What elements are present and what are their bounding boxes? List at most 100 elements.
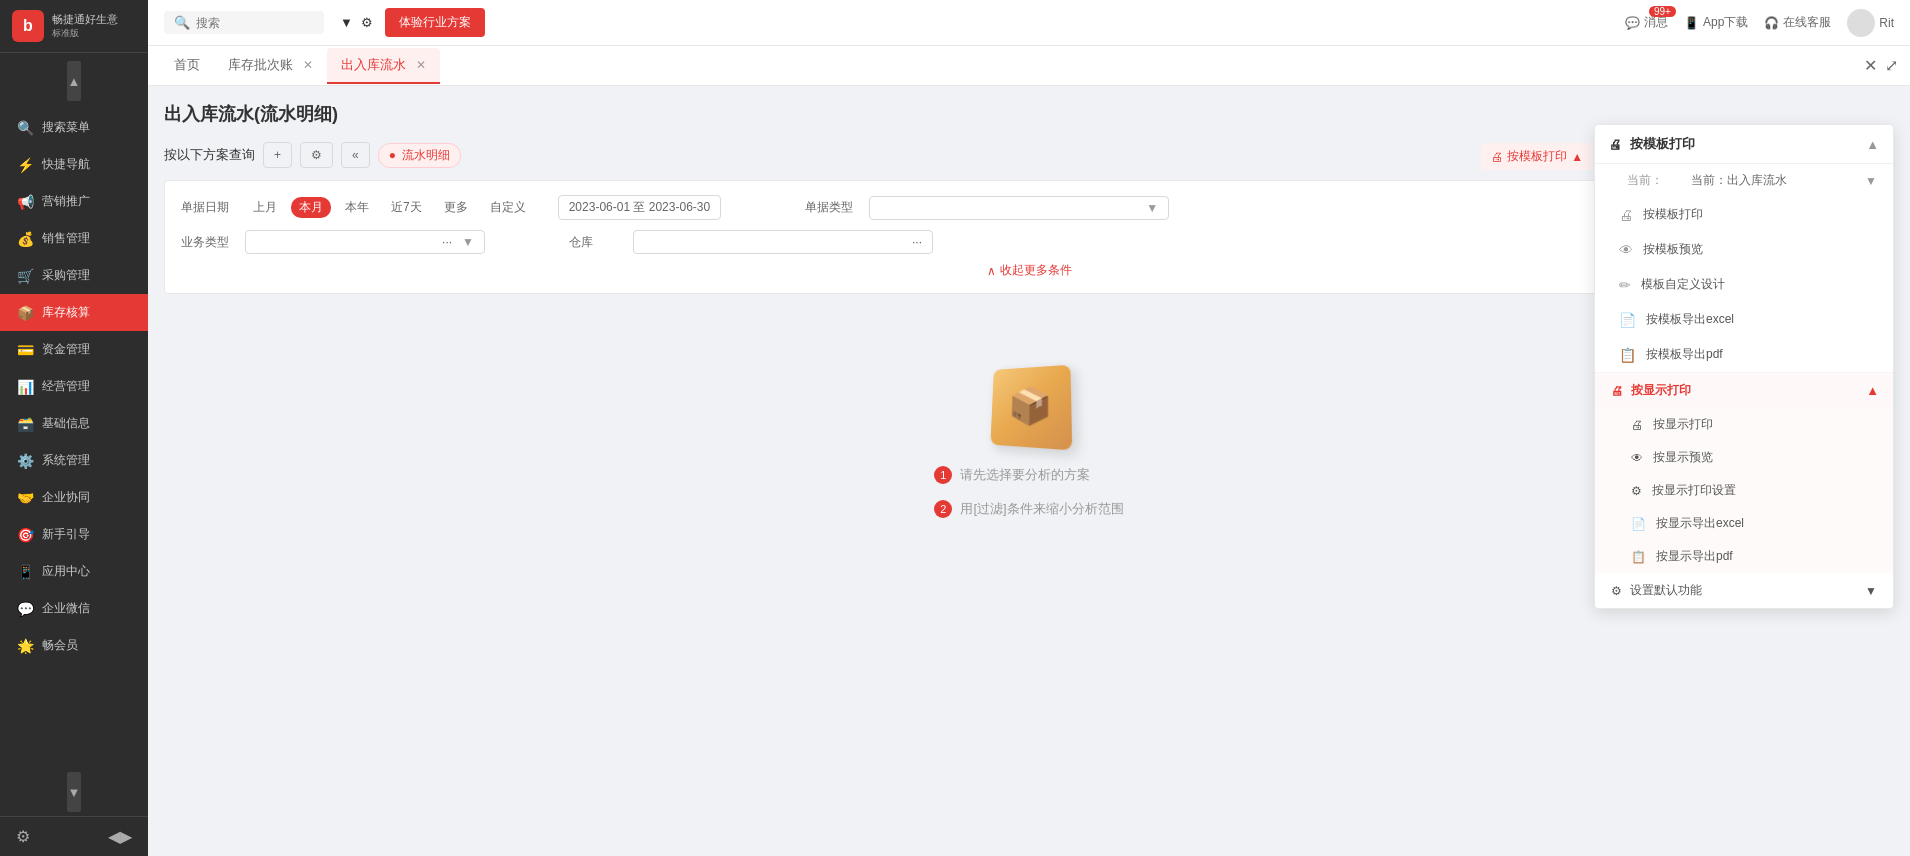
display-excel-item[interactable]: 📄 按显示导出excel bbox=[1595, 507, 1893, 540]
date-btn-this-month[interactable]: 本月 bbox=[291, 197, 331, 218]
page-content: 出入库流水(流水明细) 按以下方案查询 + ⚙ « ● 流水明细 bbox=[148, 86, 1910, 856]
date-btn-this-year[interactable]: 本年 bbox=[337, 197, 377, 218]
tab-batch-close[interactable]: ✕ bbox=[303, 58, 313, 72]
template-custom-icon: ✏ bbox=[1619, 277, 1631, 293]
date-buttons: 上月 本月 本年 近7天 更多 自定义 bbox=[245, 197, 534, 218]
print-panel-header[interactable]: 🖨 按模板打印 ▲ bbox=[1595, 125, 1893, 164]
type-dropdown-arrow: ▼ bbox=[1146, 201, 1158, 215]
print-panel-current[interactable]: 当前： 当前：出入库流水 ▼ bbox=[1595, 164, 1893, 197]
purchase-icon: 🛒 bbox=[16, 268, 34, 284]
template-print-item[interactable]: 🖨 按模板打印 bbox=[1595, 197, 1893, 232]
sidebar-scroll-up[interactable]: ▲ bbox=[67, 61, 81, 101]
print-panel-footer[interactable]: ⚙ 设置默认功能 ▼ bbox=[1595, 573, 1893, 608]
sidebar-item-operation[interactable]: 📊 经营管理 bbox=[0, 368, 148, 405]
template-export-excel-item[interactable]: 📄 按模板导出excel bbox=[1595, 302, 1893, 337]
tab-home[interactable]: 首页 bbox=[160, 48, 214, 84]
filter-tag-item: ● 流水明细 bbox=[378, 143, 461, 168]
template-preview-icon: 👁 bbox=[1619, 242, 1633, 258]
print-template-button[interactable]: 🖨 按模板打印 ▲ bbox=[1481, 143, 1593, 170]
search-input[interactable] bbox=[196, 16, 296, 30]
template-pdf-icon: 📋 bbox=[1619, 347, 1636, 363]
display-preview-item[interactable]: 👁 按显示预览 bbox=[1595, 441, 1893, 474]
type-select[interactable]: ▼ bbox=[869, 196, 1169, 220]
avatar bbox=[1847, 9, 1875, 37]
guide-icon: 🎯 bbox=[16, 527, 34, 543]
sidebar-item-basic[interactable]: 🗃️ 基础信息 bbox=[0, 405, 148, 442]
sidebar-item-member[interactable]: 🌟 畅会员 bbox=[0, 627, 148, 664]
close-all-tabs-button[interactable]: ✕ bbox=[1864, 56, 1877, 75]
maximize-tab-button[interactable]: ⤢ bbox=[1885, 56, 1898, 75]
sidebar-item-wechat[interactable]: 💬 企业微信 bbox=[0, 590, 148, 627]
sidebar-nav: 🔍 搜索菜单 ⚡ 快捷导航 📢 营销推广 💰 销售管理 🛒 采购管理 📦 bbox=[0, 105, 148, 768]
display-print-icon: 🖨 bbox=[1631, 418, 1643, 432]
sidebar: b 畅捷通好生意 标准版 ▲ 🔍 搜索菜单 ⚡ 快捷导航 📢 营销推广 bbox=[0, 0, 148, 856]
print-panel-collapse-arrow: ▲ bbox=[1866, 137, 1879, 152]
sidebar-item-finance[interactable]: 💳 资金管理 bbox=[0, 331, 148, 368]
date-btn-7days[interactable]: 近7天 bbox=[383, 197, 430, 218]
print-icon: 🖨 bbox=[1491, 150, 1503, 164]
display-section-icon: 🖨 bbox=[1611, 384, 1623, 398]
sidebar-item-purchase[interactable]: 🛒 采购管理 bbox=[0, 257, 148, 294]
empty-step-1: 1 请先选择要分析的方案 bbox=[934, 462, 1123, 488]
template-preview-item[interactable]: 👁 按模板预览 bbox=[1595, 232, 1893, 267]
display-section-header[interactable]: 🖨 按显示打印 ▲ bbox=[1595, 373, 1893, 408]
template-section: 🖨 按模板打印 👁 按模板预览 ✏ 模板自定义设计 📄 按模板导出excel bbox=[1595, 197, 1893, 373]
sidebar-scroll-down[interactable]: ▼ bbox=[67, 772, 81, 812]
current-arrow-icon: ▼ bbox=[1865, 174, 1877, 188]
sidebar-item-system[interactable]: ⚙️ 系统管理 bbox=[0, 442, 148, 479]
filter-settings-button[interactable]: ⚙ bbox=[300, 142, 333, 168]
topbar-search-icon: 🔍 bbox=[174, 15, 190, 30]
sidebar-item-partner[interactable]: 🤝 企业协同 bbox=[0, 479, 148, 516]
app-name: 畅捷通好生意 标准版 bbox=[52, 12, 118, 40]
display-settings-item[interactable]: ⚙ 按显示打印设置 bbox=[1595, 474, 1893, 507]
tab-batch[interactable]: 库存批次账 ✕ bbox=[214, 48, 327, 84]
print-panel-icon: 🖨 bbox=[1609, 137, 1622, 152]
tab-flow[interactable]: 出入库流水 ✕ bbox=[327, 48, 440, 84]
collapse-filter-button[interactable]: « bbox=[341, 142, 370, 168]
settings-footer-icon[interactable]: ⚙ bbox=[16, 827, 30, 846]
print-dropdown-arrow: ▲ bbox=[1571, 150, 1583, 164]
message-badge: 99+ bbox=[1649, 6, 1676, 17]
wechat-icon: 💬 bbox=[16, 601, 34, 617]
user-profile[interactable]: Rit bbox=[1847, 9, 1894, 37]
add-filter-button[interactable]: + bbox=[263, 142, 292, 168]
tag-dot-icon: ● bbox=[389, 148, 396, 162]
message-button[interactable]: 💬 消息 99+ bbox=[1625, 14, 1668, 31]
empty-step-2: 2 用[过滤]条件来缩小分析范围 bbox=[934, 496, 1123, 522]
inventory-icon: 📦 bbox=[16, 305, 34, 321]
date-btn-custom[interactable]: 自定义 bbox=[482, 197, 534, 218]
service-icon: 🎧 bbox=[1764, 16, 1779, 30]
app-logo: b 畅捷通好生意 标准版 bbox=[0, 0, 148, 53]
industry-solution-button[interactable]: 体验行业方案 bbox=[385, 8, 485, 37]
sidebar-item-sales[interactable]: 💰 销售管理 bbox=[0, 220, 148, 257]
collapse-sidebar-icon[interactable]: ◀▶ bbox=[108, 827, 132, 846]
template-print-icon: 🖨 bbox=[1619, 207, 1633, 223]
date-btn-last-month[interactable]: 上月 bbox=[245, 197, 285, 218]
display-print-item[interactable]: 🖨 按显示打印 bbox=[1595, 408, 1893, 441]
template-custom-item[interactable]: ✏ 模板自定义设计 bbox=[1595, 267, 1893, 302]
step-number-2: 2 bbox=[934, 500, 952, 518]
biz-type-select[interactable]: ··· ▼ bbox=[245, 230, 485, 254]
template-export-pdf-item[interactable]: 📋 按模板导出pdf bbox=[1595, 337, 1893, 372]
warehouse-select[interactable]: ··· bbox=[633, 230, 933, 254]
sidebar-item-guide[interactable]: 🎯 新手引导 bbox=[0, 516, 148, 553]
sidebar-item-marketing[interactable]: 📢 营销推广 bbox=[0, 183, 148, 220]
sidebar-item-search[interactable]: 🔍 搜索菜单 bbox=[0, 109, 148, 146]
display-section-title: 🖨 按显示打印 bbox=[1611, 382, 1691, 399]
sidebar-item-quick-nav[interactable]: ⚡ 快捷导航 bbox=[0, 146, 148, 183]
topbar-gear-icon[interactable]: ⚙ bbox=[361, 15, 373, 30]
footer-arrow-icon: ▼ bbox=[1865, 584, 1877, 598]
sidebar-item-inventory[interactable]: 📦 库存核算 bbox=[0, 294, 148, 331]
app-download-button[interactable]: 📱 App下载 bbox=[1684, 14, 1748, 31]
display-pdf-item[interactable]: 📋 按显示导出pdf bbox=[1595, 540, 1893, 573]
topbar-dropdown-icon[interactable]: ▼ bbox=[340, 15, 353, 30]
display-settings-icon: ⚙ bbox=[1631, 484, 1642, 498]
sidebar-item-apps[interactable]: 📱 应用中心 bbox=[0, 553, 148, 590]
collapse-filter-button[interactable]: ∧ 收起更多条件 bbox=[987, 262, 1072, 279]
date-filter-label: 单据日期 bbox=[181, 199, 237, 216]
date-btn-more[interactable]: 更多 bbox=[436, 197, 476, 218]
topbar-right: 💬 消息 99+ 📱 App下载 🎧 在线客服 Rit bbox=[1625, 9, 1894, 37]
current-template-label: 当前： bbox=[1627, 172, 1663, 189]
tab-flow-close[interactable]: ✕ bbox=[416, 58, 426, 72]
online-service-button[interactable]: 🎧 在线客服 bbox=[1764, 14, 1831, 31]
